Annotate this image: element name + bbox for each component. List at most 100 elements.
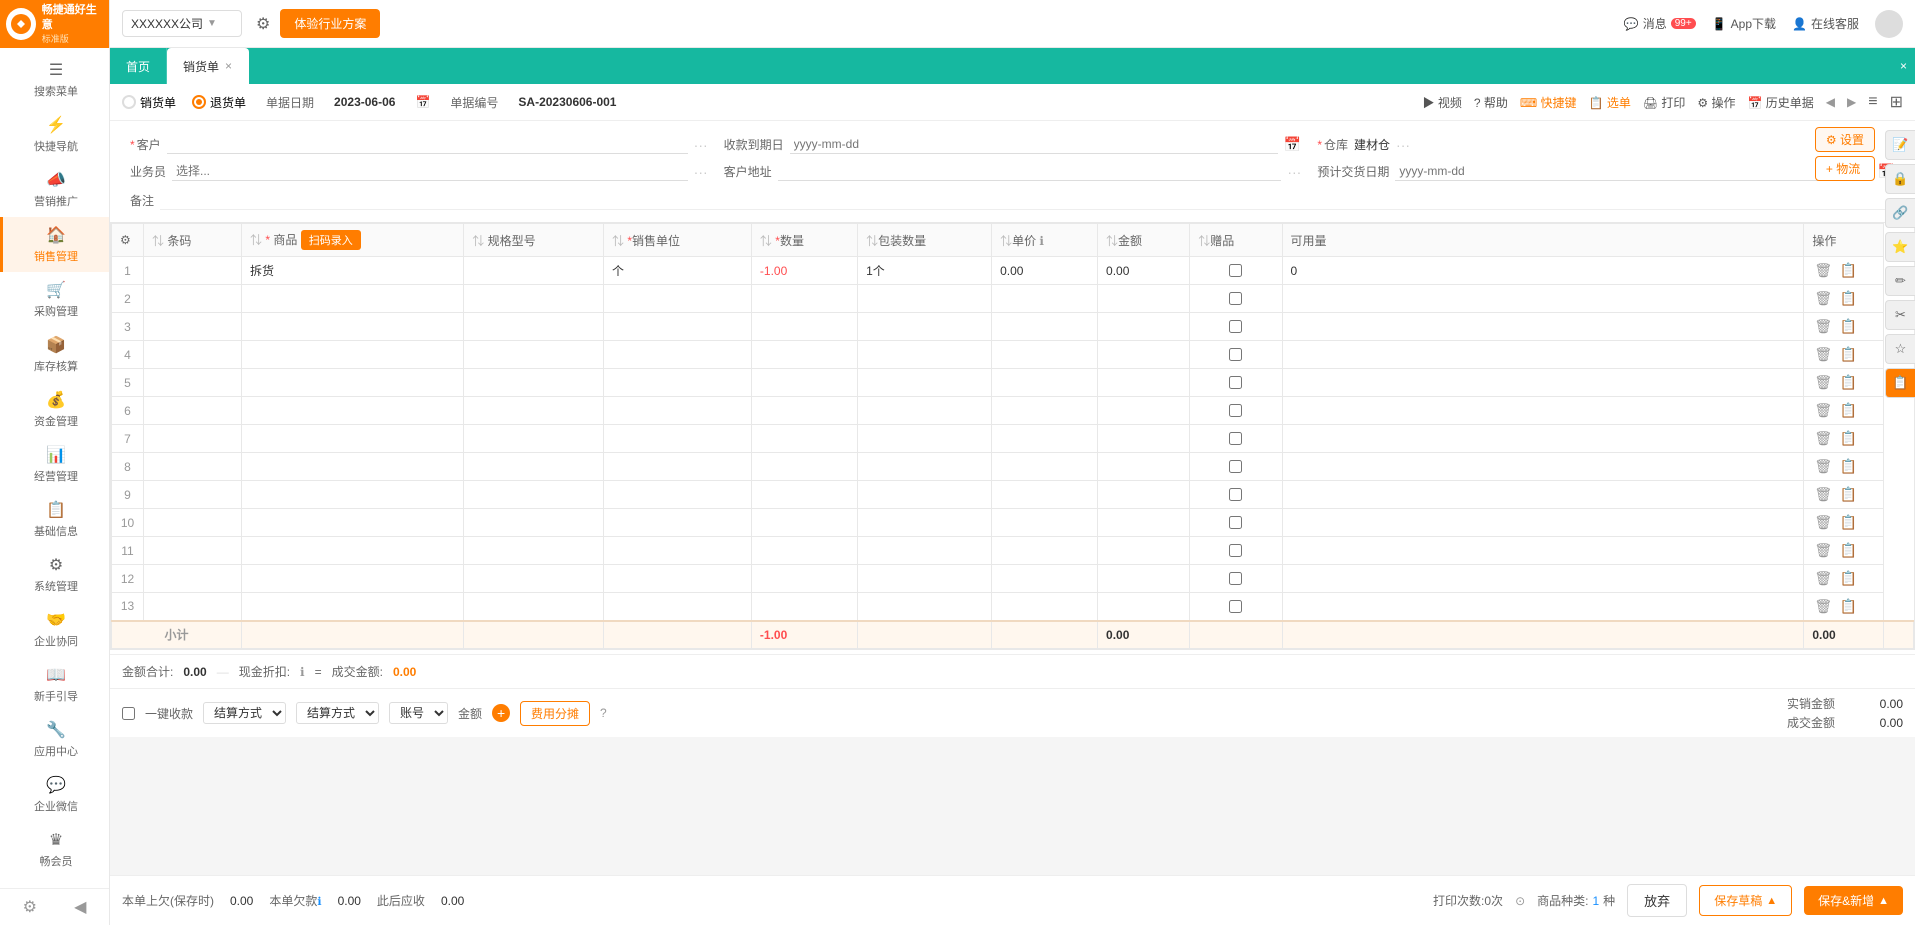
sidebar-item-search-order[interactable]: ☰ 搜索菜单	[0, 52, 109, 107]
delete-row-btn[interactable]: 🗑	[1812, 374, 1834, 391]
delete-row-btn[interactable]: 🗑	[1812, 486, 1834, 503]
sidebar-item-wechat[interactable]: 💬 企业微信	[0, 767, 109, 822]
gift-checkbox[interactable]	[1229, 460, 1242, 473]
gift-checkbox[interactable]	[1229, 292, 1242, 305]
tab-close-icon[interactable]: ×	[225, 59, 232, 73]
sidebar-item-enterprise[interactable]: 🤝 企业协同	[0, 602, 109, 657]
copy-row-btn[interactable]: 📋	[1837, 570, 1858, 587]
payment-method-select2[interactable]: 结算方式	[296, 702, 379, 724]
sort-barcode-icon[interactable]: ⇅	[152, 234, 164, 248]
app-download-btn[interactable]: 📱 App下载	[1712, 15, 1776, 32]
gift-checkbox[interactable]	[1229, 544, 1242, 557]
sort-pack-icon[interactable]: ⇅	[866, 234, 878, 248]
user-avatar[interactable]	[1875, 10, 1903, 38]
delete-row-btn[interactable]: 🗑	[1812, 570, 1834, 587]
sidebar-item-finance[interactable]: 💰 资金管理	[0, 382, 109, 437]
sidebar-item-marketing[interactable]: 📣 营销推广	[0, 162, 109, 217]
table-gear-icon[interactable]: ⚙	[120, 233, 131, 247]
delete-row-btn[interactable]: 🗑	[1812, 262, 1834, 279]
discard-btn[interactable]: 放弃	[1627, 884, 1687, 917]
delete-row-btn[interactable]: 🗑	[1812, 458, 1834, 475]
tab-sales-order[interactable]: 销货单 ×	[167, 48, 249, 84]
cash-discount-info[interactable]: ℹ	[300, 665, 305, 679]
copy-row-btn[interactable]: 📋	[1837, 346, 1858, 363]
gift-checkbox[interactable]	[1229, 264, 1242, 277]
print-count-info[interactable]: ⊙	[1515, 894, 1525, 908]
sidebar-item-guide[interactable]: 📖 新手引导	[0, 657, 109, 712]
payment-method-select[interactable]: 结算方式	[203, 702, 286, 724]
radio-sales[interactable]: 销货单	[122, 94, 176, 111]
nav-next-icon[interactable]: ▶	[1847, 95, 1856, 109]
add-payment-btn[interactable]: +	[492, 704, 510, 722]
tab-home[interactable]: 首页	[110, 48, 167, 84]
save-new-btn[interactable]: 保存&新增 ▲	[1804, 886, 1903, 915]
float-btn-6[interactable]: ✂	[1885, 300, 1915, 330]
sidebar-item-app[interactable]: 🔧 应用中心	[0, 712, 109, 767]
sidebar-item-basic[interactable]: 📋 基础信息	[0, 492, 109, 547]
copy-row-btn[interactable]: 📋	[1837, 598, 1858, 615]
product-type-value[interactable]: 1	[1592, 894, 1599, 908]
save-draft-btn[interactable]: 保存草稿 ▲	[1699, 885, 1792, 916]
sort-gift-icon[interactable]: ⇅	[1198, 234, 1210, 248]
gift-checkbox[interactable]	[1229, 376, 1242, 389]
trial-btn[interactable]: 体验行业方案	[280, 9, 380, 38]
action-video[interactable]: ▶ 视频	[1423, 94, 1462, 111]
delete-row-btn[interactable]: 🗑	[1812, 430, 1834, 447]
float-btn-3[interactable]: 🔗	[1885, 198, 1915, 228]
action-help[interactable]: ? 帮助	[1474, 94, 1508, 111]
nav-prev-icon[interactable]: ◀	[1826, 95, 1835, 109]
one-click-checkbox[interactable]	[122, 707, 135, 720]
price-info-icon[interactable]: ℹ	[1039, 234, 1044, 248]
gift-checkbox[interactable]	[1229, 572, 1242, 585]
warehouse-dots[interactable]: ···	[1396, 137, 1410, 153]
sort-qty-icon[interactable]: ⇅	[760, 234, 772, 248]
customer-addr-dots[interactable]: ···	[1287, 164, 1301, 180]
copy-row-btn[interactable]: 📋	[1837, 458, 1858, 475]
gift-checkbox[interactable]	[1229, 516, 1242, 529]
view-grid-icon[interactable]: ⊞	[1890, 92, 1903, 112]
customer-addr-input[interactable]	[778, 162, 1282, 181]
sidebar-item-vip[interactable]: ♛ 畅会员	[0, 822, 109, 877]
float-btn-7[interactable]: ☆	[1885, 334, 1915, 364]
collect-date-input[interactable]	[790, 135, 1278, 154]
sidebar-collapse-btn[interactable]: ◀	[74, 897, 86, 917]
customer-input[interactable]	[167, 135, 688, 154]
gift-checkbox[interactable]	[1229, 348, 1242, 361]
sidebar-item-ops[interactable]: 📊 经营管理	[0, 437, 109, 492]
action-operation[interactable]: ⚙ 操作	[1697, 94, 1735, 111]
copy-row-btn[interactable]: 📋	[1837, 430, 1858, 447]
company-selector[interactable]: XXXXXX公司 ▼	[122, 10, 242, 37]
delete-row-btn[interactable]: 🗑	[1812, 318, 1834, 335]
message-btn[interactable]: 💬 消息 99+	[1624, 15, 1696, 32]
float-btn-4[interactable]: ⭐	[1885, 232, 1915, 262]
view-list-icon[interactable]: ≡	[1868, 93, 1877, 111]
gift-checkbox[interactable]	[1229, 432, 1242, 445]
float-btn-5[interactable]: ✏	[1885, 266, 1915, 296]
gift-checkbox[interactable]	[1229, 488, 1242, 501]
tab-close-window[interactable]: ×	[1900, 59, 1915, 73]
copy-row-btn[interactable]: 📋	[1837, 514, 1858, 531]
header-gear-icon[interactable]: ⚙	[256, 14, 270, 34]
action-shortcut[interactable]: ⌨ 快捷键	[1520, 94, 1577, 111]
gift-checkbox[interactable]	[1229, 600, 1242, 613]
scan-btn[interactable]: 扫码录入	[301, 230, 361, 250]
float-btn-2[interactable]: 🔒	[1885, 164, 1915, 194]
copy-row-btn[interactable]: 📋	[1837, 318, 1858, 335]
collect-date-calendar-icon[interactable]: 📅	[1284, 136, 1301, 153]
sidebar-settings-btn[interactable]: ⚙	[23, 897, 37, 917]
logistics-btn[interactable]: + 物流	[1815, 156, 1875, 181]
action-select[interactable]: 📋 选单	[1589, 94, 1631, 111]
delete-row-btn[interactable]: 🗑	[1812, 598, 1834, 615]
copy-row-btn[interactable]: 📋	[1837, 262, 1858, 279]
copy-row-btn[interactable]: 📋	[1837, 402, 1858, 419]
sidebar-item-inventory[interactable]: 📦 库存核算	[0, 327, 109, 382]
split-btn[interactable]: 费用分摊	[520, 701, 590, 726]
settings-btn[interactable]: ⚙ 设置	[1815, 127, 1875, 152]
delete-row-btn[interactable]: 🗑	[1812, 542, 1834, 559]
action-print[interactable]: 🖨 打印	[1643, 94, 1686, 111]
copy-row-btn[interactable]: 📋	[1837, 542, 1858, 559]
copy-row-btn[interactable]: 📋	[1837, 374, 1858, 391]
action-history[interactable]: 📅 历史单据	[1748, 94, 1814, 111]
sidebar-item-quick-nav[interactable]: ⚡ 快捷导航	[0, 107, 109, 162]
float-btn-1[interactable]: 📝	[1885, 130, 1915, 160]
